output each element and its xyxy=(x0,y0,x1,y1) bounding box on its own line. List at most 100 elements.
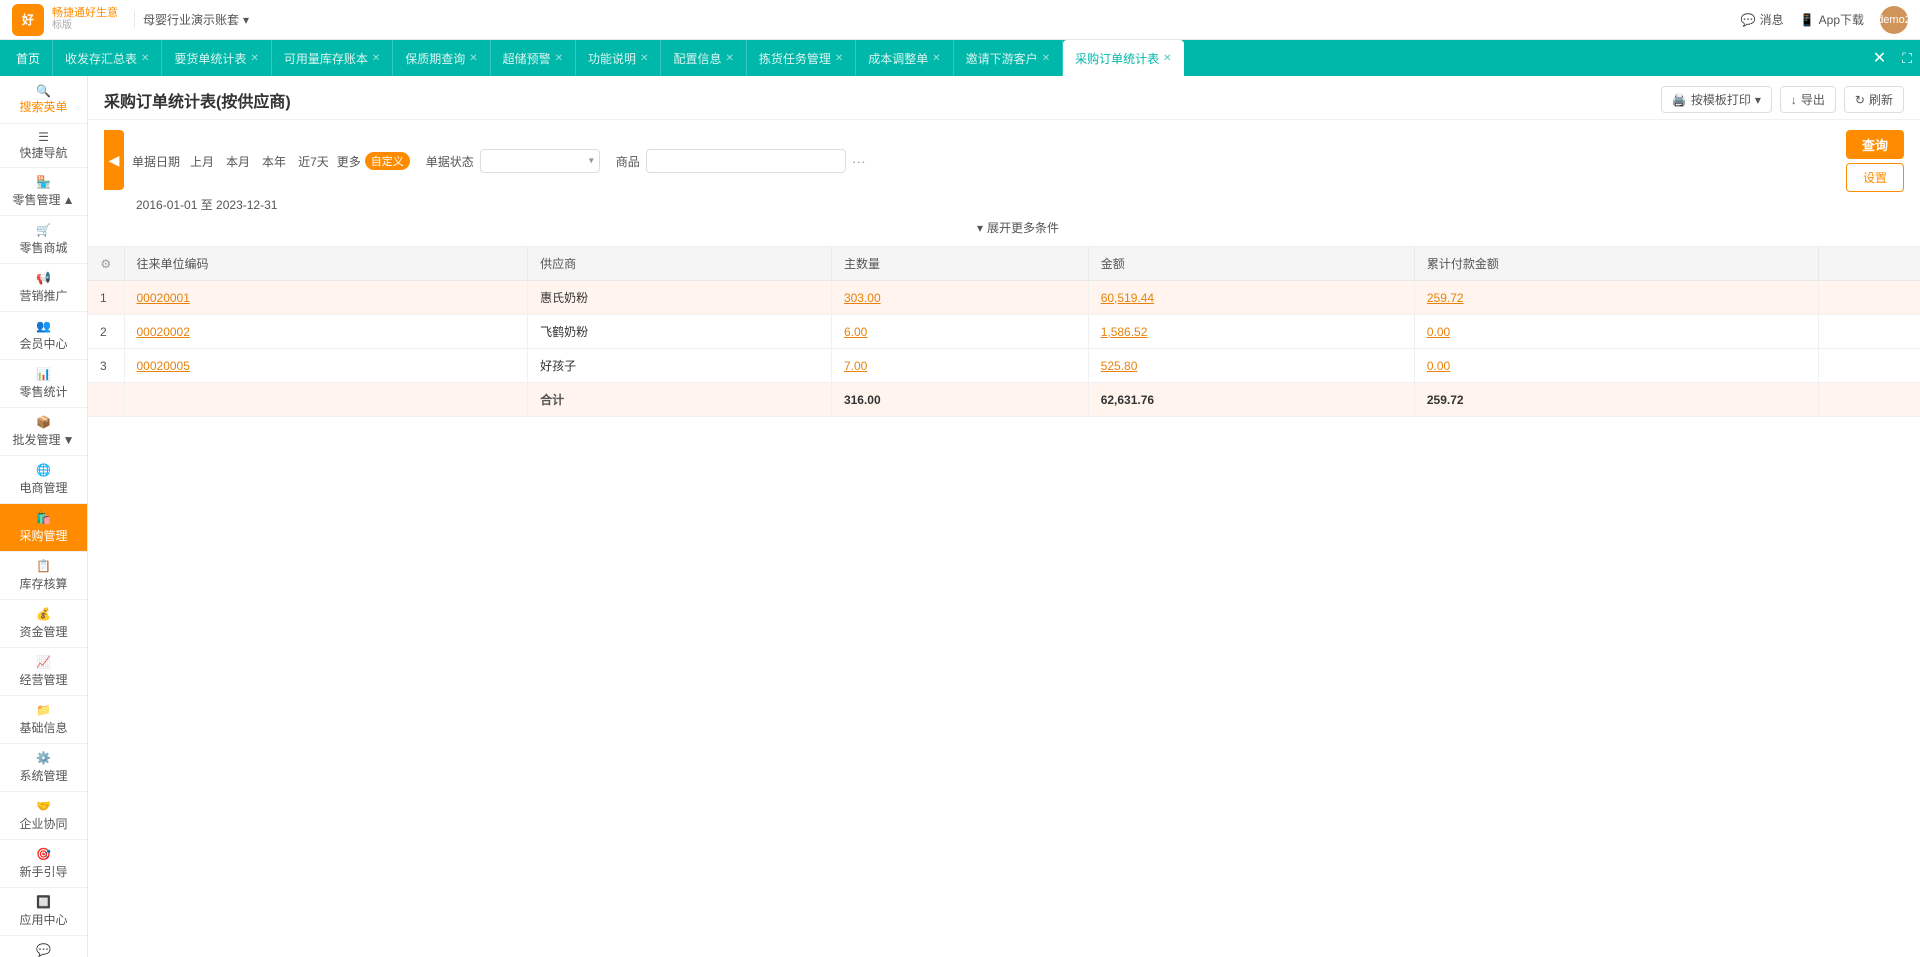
sidebar-item-retail-shop[interactable]: 🛒 零售商城 xyxy=(0,216,87,264)
close-icon[interactable]: ✕ xyxy=(835,53,843,64)
close-icon[interactable]: ✕ xyxy=(725,53,733,64)
tab-order-stats[interactable]: 要货单统计表 ✕ xyxy=(162,40,271,76)
tab-overstock-warning[interactable]: 超储预警 ✕ xyxy=(491,40,576,76)
export-btn[interactable]: ↓ 导出 xyxy=(1780,86,1836,113)
page-title: 采购订单统计表(按供应商) xyxy=(104,88,291,112)
row-code: 00020005 xyxy=(124,349,528,383)
expand-more-btn[interactable]: ▾ 展开更多条件 xyxy=(132,213,1904,236)
date-option-more[interactable]: 更多 xyxy=(337,153,361,170)
sidebar-item-inventory[interactable]: 📋 库存核算 xyxy=(0,552,87,600)
close-icon[interactable]: ✕ xyxy=(932,53,940,64)
marketing-icon: 📢 xyxy=(36,271,51,285)
sidebar-item-retail-manage[interactable]: 🏪 零售管理▲ xyxy=(0,168,87,216)
date-option-lastmonth[interactable]: 上月 xyxy=(186,151,218,172)
sidebar-item-system[interactable]: ⚙️ 系统管理 xyxy=(0,744,87,792)
page-actions: 🖨️ 按模板打印 ▾ ↓ 导出 ↻ 刷新 xyxy=(1661,86,1904,113)
custom-date-badge[interactable]: 自定义 xyxy=(365,152,410,170)
chevron-down-icon: ▾ xyxy=(977,221,983,235)
goods-input[interactable] xyxy=(646,149,846,173)
home-tab-label: 首页 xyxy=(16,50,40,67)
operations-icon: 📈 xyxy=(36,655,51,669)
footer-quantity: 316.00 xyxy=(831,383,1088,417)
close-icon[interactable]: ✕ xyxy=(555,53,563,64)
table-row: 1 00020001 惠氏奶粉 303.00 60,519.44 259.72 xyxy=(88,281,1920,315)
status-select[interactable] xyxy=(480,149,600,173)
refresh-btn[interactable]: ↻ 刷新 xyxy=(1844,86,1904,113)
sidebar-item-retail-stats[interactable]: 📊 零售统计 xyxy=(0,360,87,408)
tab-purchase-stats[interactable]: 采购订单统计表 ✕ xyxy=(1063,40,1184,76)
tab-window-controls: ✕ ⛶ xyxy=(1869,48,1916,68)
logo-icon: 好 xyxy=(12,4,44,36)
sidebar-item-new-guide[interactable]: 🎯 新手引导 xyxy=(0,840,87,888)
sidebar-item-ecommerce[interactable]: 🌐 电商管理 xyxy=(0,456,87,504)
main-content: 采购订单统计表(按供应商) 🖨️ 按模板打印 ▾ ↓ 导出 ↻ 刷新 xyxy=(88,76,1920,957)
sidebar-item-marketing[interactable]: 📢 营销推广 xyxy=(0,264,87,312)
nav-tabs: 首页 收发存汇总表 ✕ 要货单统计表 ✕ 可用量库存账本 ✕ 保质期查询 ✕ 超… xyxy=(0,40,1920,76)
row-supplier: 好孩子 xyxy=(528,349,832,383)
collapse-filter-btn[interactable]: ◀ xyxy=(104,130,124,190)
sidebar-item-basic-info[interactable]: 📁 基础信息 xyxy=(0,696,87,744)
workspace-selector[interactable]: 母婴行业演示账套 ▾ xyxy=(134,11,257,28)
close-icon[interactable]: ✕ xyxy=(1163,53,1171,64)
row-extra xyxy=(1818,349,1920,383)
tab-shelf-life[interactable]: 保质期查询 ✕ xyxy=(393,40,490,76)
row-quantity: 7.00 xyxy=(831,349,1088,383)
window-close-btn[interactable]: ✕ xyxy=(1869,48,1890,68)
column-settings-icon[interactable]: ⚙ xyxy=(100,257,111,271)
row-code: 00020001 xyxy=(124,281,528,315)
top-bar: 好 畅捷通好生意 标版 母婴行业演示账套 ▾ 💬 消息 📱 App下载 demo… xyxy=(0,0,1920,40)
settings-btn[interactable]: 设置 xyxy=(1846,163,1904,192)
query-btn[interactable]: 查询 xyxy=(1846,130,1904,159)
filter-row: 单据日期 上月 本月 本年 近7天 更多 自定义 xyxy=(132,130,1904,192)
more-options-btn[interactable]: ··· xyxy=(852,153,866,169)
sidebar-item-finance[interactable]: 💰 资金管理 xyxy=(0,600,87,648)
sidebar-item-purchase[interactable]: 🛍️ 采购管理 xyxy=(0,504,87,552)
date-option-thismonth[interactable]: 本月 xyxy=(222,151,254,172)
close-icon[interactable]: ✕ xyxy=(372,53,380,64)
tab-config-info[interactable]: 配置信息 ✕ xyxy=(661,40,746,76)
sidebar-item-enterprise[interactable]: 🤝 企业协同 xyxy=(0,792,87,840)
app-download-btn[interactable]: 📱 App下载 xyxy=(1800,11,1864,28)
col-amount-header: 金额 xyxy=(1088,247,1414,281)
date-option-thisyear[interactable]: 本年 xyxy=(258,151,290,172)
print-icon: 🖨️ xyxy=(1672,93,1687,107)
page-header: 采购订单统计表(按供应商) 🖨️ 按模板打印 ▾ ↓ 导出 ↻ 刷新 xyxy=(88,76,1920,120)
sidebar-item-quicknav[interactable]: ☰ 快捷导航 xyxy=(0,124,87,168)
col-settings: ⚙ xyxy=(88,247,124,281)
tab-invite-downstream[interactable]: 邀请下游客户 ✕ xyxy=(954,40,1063,76)
row-num: 2 xyxy=(88,315,124,349)
refresh-icon: ↻ xyxy=(1855,93,1865,107)
row-quantity: 6.00 xyxy=(831,315,1088,349)
sidebar-item-wechat[interactable]: 💬 企业微信 xyxy=(0,936,87,957)
footer-empty2 xyxy=(124,383,528,417)
tab-cost-adjust[interactable]: 成本调整单 ✕ xyxy=(856,40,953,76)
close-icon[interactable]: ✕ xyxy=(1042,53,1050,64)
app-center-icon: 🔲 xyxy=(36,895,51,909)
sidebar-item-wholesale[interactable]: 📦 批发管理▼ xyxy=(0,408,87,456)
tab-home[interactable]: 首页 xyxy=(4,40,53,76)
avatar[interactable]: demo2 xyxy=(1880,6,1908,34)
col-code-header: 往来单位编码 xyxy=(124,247,528,281)
row-extra xyxy=(1818,281,1920,315)
tab-function-desc[interactable]: 功能说明 ✕ xyxy=(576,40,661,76)
sidebar-item-app-center[interactable]: 🔲 应用中心 xyxy=(0,888,87,936)
tab-inventory-book[interactable]: 可用量库存账本 ✕ xyxy=(272,40,393,76)
template-print-btn[interactable]: 🖨️ 按模板打印 ▾ xyxy=(1661,86,1772,113)
sidebar-item-search[interactable]: 🔍 搜索英单 xyxy=(0,76,87,124)
tab-collection[interactable]: 收发存汇总表 ✕ xyxy=(53,40,162,76)
row-paid: 0.00 xyxy=(1414,315,1818,349)
enterprise-icon: 🤝 xyxy=(36,799,51,813)
close-icon[interactable]: ✕ xyxy=(640,53,648,64)
close-icon[interactable]: ✕ xyxy=(469,53,477,64)
window-expand-btn[interactable]: ⛶ xyxy=(1898,50,1916,67)
close-icon[interactable]: ✕ xyxy=(250,53,258,64)
sidebar-item-operations[interactable]: 📈 经营管理 xyxy=(0,648,87,696)
footer-empty1 xyxy=(88,383,124,417)
close-icon[interactable]: ✕ xyxy=(141,53,149,64)
tab-pick-task[interactable]: 拣货任务管理 ✕ xyxy=(747,40,856,76)
sidebar-item-member-center[interactable]: 👥 会员中心 xyxy=(0,312,87,360)
data-table: ⚙ 往来单位编码 供应商 主数量 金额 累计付款金额 1 00020001 惠氏… xyxy=(88,247,1920,417)
date-option-7days[interactable]: 近7天 xyxy=(294,151,333,172)
status-label: 单据状态 xyxy=(426,153,474,170)
message-btn[interactable]: 💬 消息 xyxy=(1741,11,1784,28)
